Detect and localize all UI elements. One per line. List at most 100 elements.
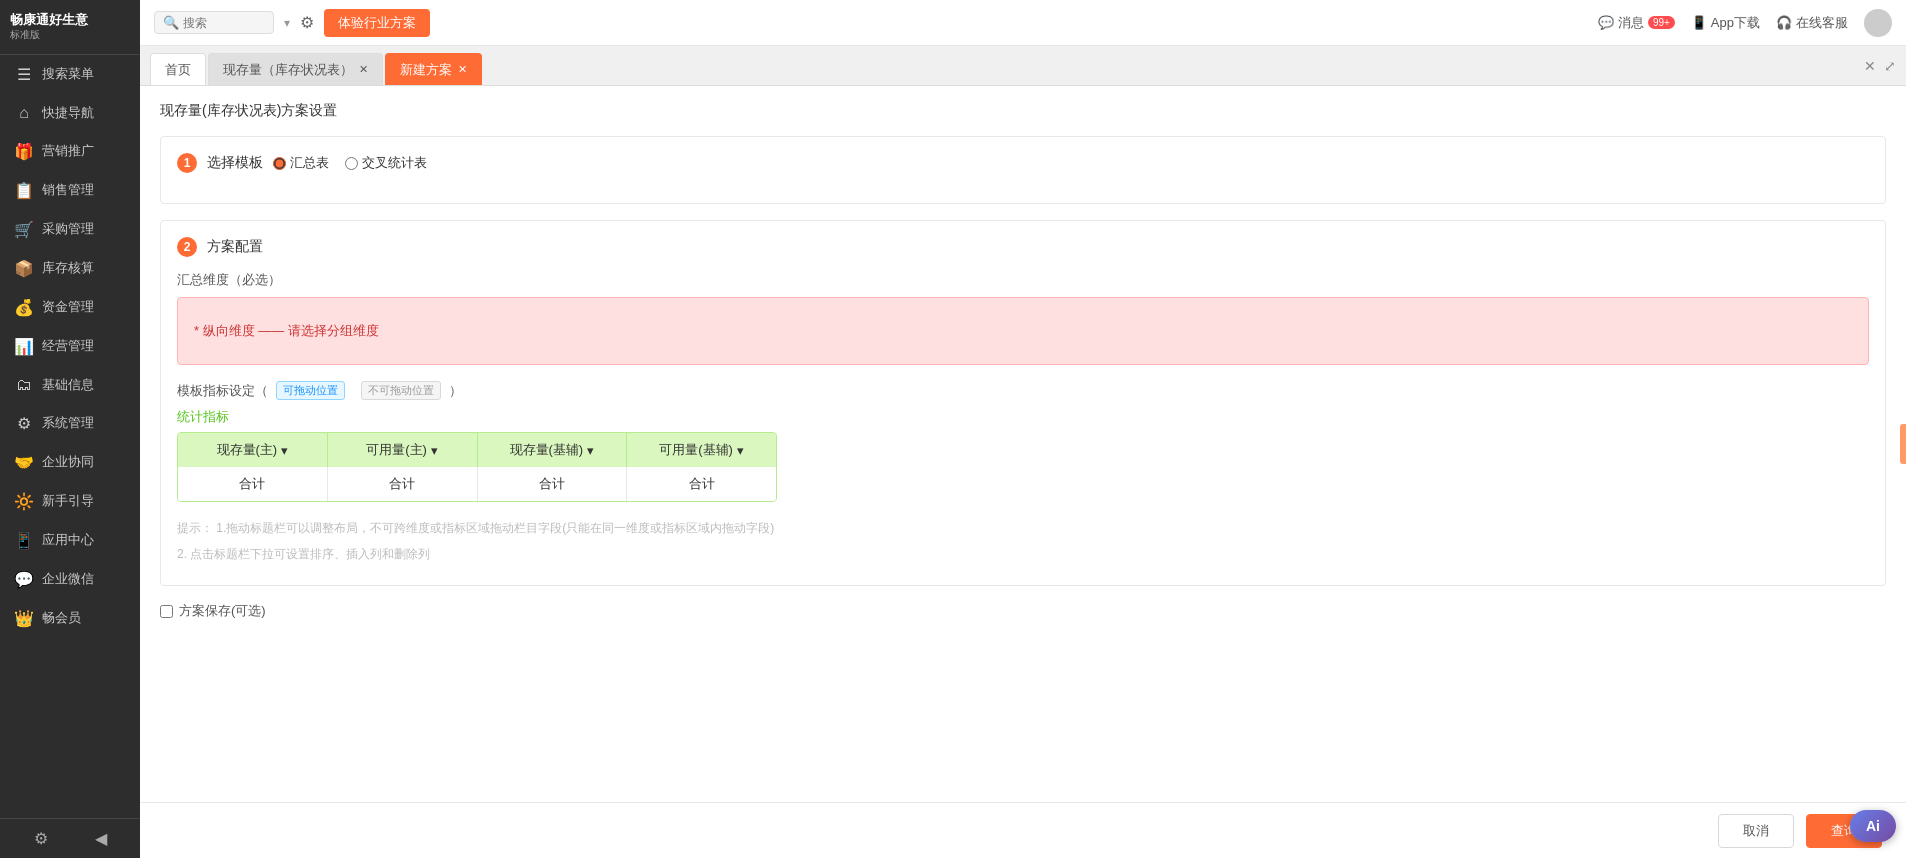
sidebar-item-marketing[interactable]: 🎁 营销推广 bbox=[0, 132, 140, 171]
basic-info-icon: 🗂 bbox=[14, 376, 34, 394]
member-icon: 👑 bbox=[14, 609, 34, 628]
sidebar-item-operations[interactable]: 📊 经营管理 bbox=[0, 327, 140, 366]
sidebar-item-quick-nav[interactable]: ⌂ 快捷导航 bbox=[0, 94, 140, 132]
gift-icon: 🎁 bbox=[14, 142, 34, 161]
sidebar-item-enterprise[interactable]: 🤝 企业协同 bbox=[0, 443, 140, 482]
sidebar-item-label: 企业协同 bbox=[42, 453, 94, 471]
stats-table-header: 现存量(主) ▾ 可用量(主) ▾ 现存量(基辅) ▾ 可用量(基辅) ▾ bbox=[178, 433, 776, 467]
sidebar-item-label: 系统管理 bbox=[42, 414, 94, 432]
app-tag: 标准版 bbox=[10, 28, 130, 42]
dimension-label: 汇总维度（必选） bbox=[177, 271, 1869, 289]
sidebar-item-basic-info[interactable]: 🗂 基础信息 bbox=[0, 366, 140, 404]
col-header-0[interactable]: 现存量(主) ▾ bbox=[178, 433, 328, 467]
tab-close-all-icon[interactable]: ✕ bbox=[1864, 58, 1876, 74]
sidebar-item-label: 资金管理 bbox=[42, 298, 94, 316]
ai-button[interactable]: Ai bbox=[1850, 810, 1896, 842]
sidebar-item-inventory[interactable]: 📦 库存核算 bbox=[0, 249, 140, 288]
stats-label: 统计指标 bbox=[177, 408, 1869, 426]
col-body-2: 合计 bbox=[478, 467, 628, 501]
tab-inventory-status[interactable]: 现存量（库存状况表） ✕ bbox=[208, 53, 383, 85]
enterprise-icon: 🤝 bbox=[14, 453, 34, 472]
page-title: 现存量(库存状况表)方案设置 bbox=[160, 102, 1886, 120]
cancel-button[interactable]: 取消 bbox=[1718, 814, 1794, 848]
summary-radio[interactable] bbox=[273, 157, 286, 170]
sidebar-item-label: 采购管理 bbox=[42, 220, 94, 238]
topbar-dropdown-icon[interactable]: ▾ bbox=[284, 16, 290, 30]
topbar-right: 💬 消息 99+ 📱 App下载 🎧 在线客服 bbox=[1598, 9, 1892, 37]
user-avatar[interactable] bbox=[1864, 9, 1892, 37]
content-area: 现存量(库存状况表)方案设置 1 选择模板 汇总表 交叉统计表 bbox=[140, 86, 1906, 802]
col-label-1: 可用量(主) bbox=[366, 441, 427, 459]
col-header-3[interactable]: 可用量(基辅) ▾ bbox=[627, 433, 776, 467]
draggable-badge: 可拖动位置 bbox=[276, 381, 345, 400]
sidebar-item-label: 快捷导航 bbox=[42, 104, 94, 122]
cross-radio-item[interactable]: 交叉统计表 bbox=[345, 154, 427, 172]
sidebar-item-label: 新手引导 bbox=[42, 492, 94, 510]
operations-icon: 📊 bbox=[14, 337, 34, 356]
headset-icon: 🎧 bbox=[1776, 15, 1792, 30]
template-radio-group: 汇总表 交叉统计表 bbox=[273, 154, 427, 172]
sidebar-item-sales[interactable]: 📋 销售管理 bbox=[0, 171, 140, 210]
col-header-1[interactable]: 可用量(主) ▾ bbox=[328, 433, 478, 467]
message-icon: 💬 bbox=[1598, 15, 1614, 30]
tab-inventory-close-icon[interactable]: ✕ bbox=[359, 63, 368, 76]
tab-expand-icon[interactable]: ⤢ bbox=[1884, 58, 1896, 74]
tab-home[interactable]: 首页 bbox=[150, 53, 206, 85]
summary-radio-item[interactable]: 汇总表 bbox=[273, 154, 329, 172]
step1-header: 1 选择模板 汇总表 交叉统计表 bbox=[177, 153, 1869, 173]
indicator-label: 模板指标设定（ 可拖动位置 不可拖动位置 ） bbox=[177, 381, 1869, 400]
tab-inventory-label: 现存量（库存状况表） bbox=[223, 61, 353, 79]
resize-handle[interactable] bbox=[1900, 424, 1906, 464]
col-dropdown-2[interactable]: ▾ bbox=[587, 443, 594, 458]
tabbar-actions: ✕ ⤢ bbox=[1864, 58, 1896, 74]
col-body-3: 合计 bbox=[627, 467, 776, 501]
dimension-box[interactable]: * 纵向维度 —— 请选择分组维度 bbox=[177, 297, 1869, 365]
sidebar: 畅康通好生意 标准版 ☰ 搜索菜单 ⌂ 快捷导航 🎁 营销推广 📋 销售管理 🛒… bbox=[0, 0, 140, 858]
save-option[interactable]: 方案保存(可选) bbox=[160, 602, 1886, 620]
messages-item[interactable]: 💬 消息 99+ bbox=[1598, 14, 1675, 32]
step2-header: 2 方案配置 bbox=[177, 237, 1869, 257]
indicator-label-text: 模板指标设定（ bbox=[177, 382, 268, 400]
sidebar-item-label: 搜索菜单 bbox=[42, 65, 94, 83]
sidebar-item-member[interactable]: 👑 畅会员 bbox=[0, 599, 140, 638]
sidebar-item-label: 应用中心 bbox=[42, 531, 94, 549]
stats-table: 现存量(主) ▾ 可用量(主) ▾ 现存量(基辅) ▾ 可用量(基辅) ▾ bbox=[177, 432, 777, 502]
col-dropdown-1[interactable]: ▾ bbox=[431, 443, 438, 458]
collapse-icon[interactable]: ◀ bbox=[95, 829, 107, 848]
search-menu-icon: ☰ bbox=[14, 65, 34, 84]
summary-radio-label: 汇总表 bbox=[290, 154, 329, 172]
col-dropdown-3[interactable]: ▾ bbox=[737, 443, 744, 458]
sidebar-item-wechat[interactable]: 💬 企业微信 bbox=[0, 560, 140, 599]
sidebar-item-system[interactable]: ⚙ 系统管理 bbox=[0, 404, 140, 443]
inventory-icon: 📦 bbox=[14, 259, 34, 278]
app-download-item[interactable]: 📱 App下载 bbox=[1691, 14, 1760, 32]
industry-solution-button[interactable]: 体验行业方案 bbox=[324, 9, 430, 37]
save-checkbox[interactable] bbox=[160, 605, 173, 618]
col-dropdown-0[interactable]: ▾ bbox=[281, 443, 288, 458]
online-service-item[interactable]: 🎧 在线客服 bbox=[1776, 14, 1848, 32]
mobile-icon: 📱 bbox=[1691, 15, 1707, 30]
settings-icon[interactable]: ⚙ bbox=[34, 829, 48, 848]
sidebar-item-purchase[interactable]: 🛒 采购管理 bbox=[0, 210, 140, 249]
wechat-icon: 💬 bbox=[14, 570, 34, 589]
non-draggable-badge: 不可拖动位置 bbox=[361, 381, 441, 400]
stats-table-body: 合计 合计 合计 合计 bbox=[178, 467, 776, 501]
tips-section: 提示： 1.拖动标题栏可以调整布局，不可跨维度或指标区域拖动栏目字段(只能在同一… bbox=[177, 518, 1869, 565]
topbar-search-box[interactable]: 🔍 bbox=[154, 11, 274, 34]
sidebar-item-label: 畅会员 bbox=[42, 609, 81, 627]
sidebar-item-guide[interactable]: 🔆 新手引导 bbox=[0, 482, 140, 521]
topbar: 🔍 ▾ ⚙ 体验行业方案 💬 消息 99+ 📱 App下载 🎧 在线客服 bbox=[140, 0, 1906, 46]
col-body-1: 合计 bbox=[328, 467, 478, 501]
topbar-gear-icon[interactable]: ⚙ bbox=[300, 13, 314, 32]
col-body-0: 合计 bbox=[178, 467, 328, 501]
sidebar-item-search-menu[interactable]: ☰ 搜索菜单 bbox=[0, 55, 140, 94]
cross-radio[interactable] bbox=[345, 157, 358, 170]
step2-badge: 2 bbox=[177, 237, 197, 257]
tab-new-plan-close-icon[interactable]: ✕ bbox=[458, 63, 467, 76]
tab-new-plan[interactable]: 新建方案 ✕ bbox=[385, 53, 482, 85]
search-input[interactable] bbox=[183, 16, 263, 30]
sidebar-item-app-center[interactable]: 📱 应用中心 bbox=[0, 521, 140, 560]
messages-label: 消息 bbox=[1618, 14, 1644, 32]
col-header-2[interactable]: 现存量(基辅) ▾ bbox=[478, 433, 628, 467]
sidebar-item-finance[interactable]: 💰 资金管理 bbox=[0, 288, 140, 327]
